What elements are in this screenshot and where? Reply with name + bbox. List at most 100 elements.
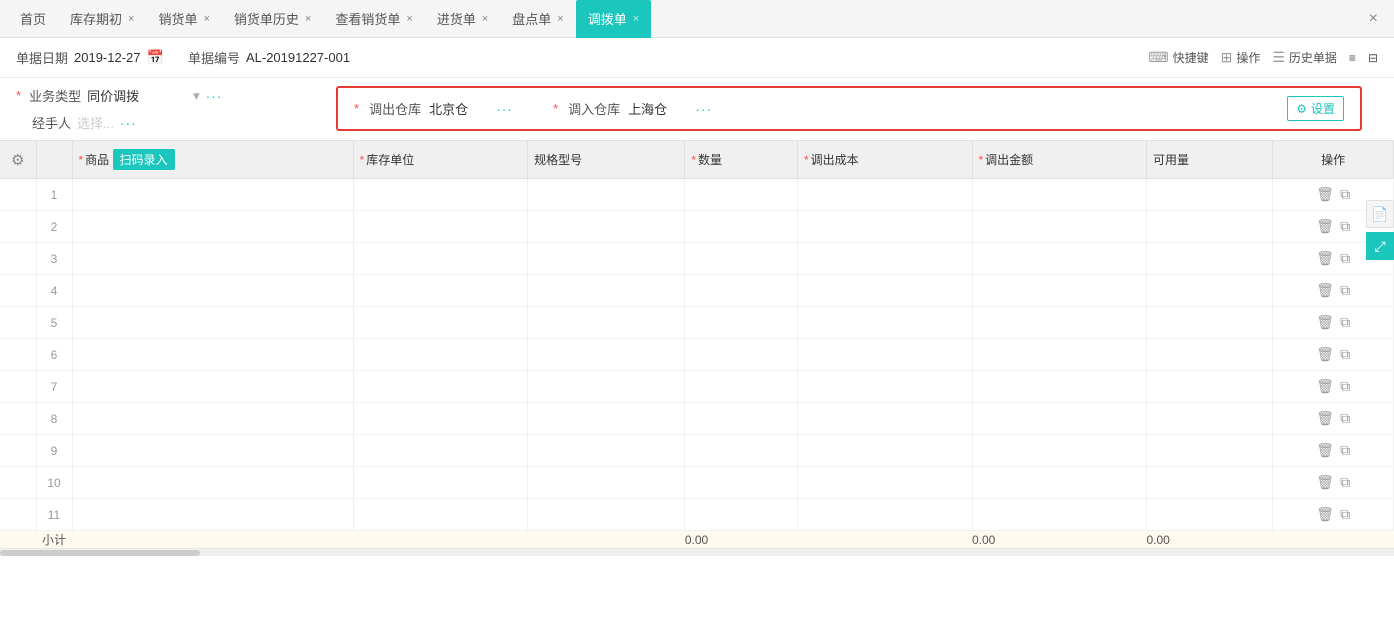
scan-btn[interactable]: 扫码录入 — [113, 149, 175, 170]
copy-icon[interactable]: ⧉ — [1340, 442, 1350, 459]
table-settings-icon[interactable]: ⚙ — [11, 152, 24, 169]
layout-icon2: ⊟ — [1368, 51, 1378, 65]
th-amount: *调出金额 — [972, 141, 1147, 179]
operations-btn[interactable]: ⊞ 操作 — [1221, 49, 1261, 66]
delete-icon[interactable]: 🗑 — [1316, 378, 1334, 395]
table-container: ⚙ *商品 扫码录入 *库存单位 规格型号 *数量 *调出成本 *调出金额 可用… — [0, 140, 1394, 548]
delete-icon[interactable]: 🗑 — [1316, 282, 1334, 299]
form-header: 单据日期 2019-12-27 📅 单据编号 AL-20191227-001 ⌨… — [0, 38, 1394, 78]
code-label: 单据编号 — [188, 48, 240, 67]
copy-icon[interactable]: ⧉ — [1340, 506, 1350, 523]
horizontal-scrollbar[interactable] — [0, 548, 1394, 556]
warehouse-box: * 调出仓库 北京仓 ··· * 调入仓库 上海仓 ··· ⚙ 设置 — [336, 86, 1362, 131]
handler-select[interactable]: 选择... — [77, 113, 114, 132]
transfer-table: ⚙ *商品 扫码录入 *库存单位 规格型号 *数量 *调出成本 *调出金额 可用… — [0, 141, 1394, 548]
float-expand-btn[interactable]: ⤢ — [1366, 232, 1394, 260]
warehouse-settings: ⚙ 设置 — [1287, 96, 1344, 121]
copy-icon[interactable]: ⧉ — [1340, 250, 1350, 267]
th-cost: *调出成本 — [798, 141, 973, 179]
shortcuts-icon: ⌨ — [1148, 49, 1168, 66]
delete-icon[interactable]: 🗑 — [1316, 410, 1334, 427]
business-type-label: 业务类型 — [29, 86, 81, 105]
right-float-panel: 📄 ⤢ — [1366, 200, 1394, 260]
tab-close-purchase[interactable]: × — [482, 13, 488, 25]
float-doc-btn[interactable]: 📄 — [1366, 200, 1394, 228]
handler-label: 经手人 — [32, 113, 71, 132]
tab-transfer[interactable]: 调拨单 × — [576, 0, 651, 38]
tab-bar-close-btn[interactable]: × — [1361, 10, 1386, 28]
th-unit: *库存单位 — [353, 141, 528, 179]
delete-icon[interactable]: 🗑 — [1316, 314, 1334, 331]
business-type-arrow[interactable]: ▾ — [193, 88, 200, 104]
warehouse-out-ellipsis[interactable]: ··· — [496, 101, 513, 117]
date-field: 单据日期 2019-12-27 📅 — [16, 48, 164, 67]
tab-close-transfer[interactable]: × — [633, 13, 639, 25]
delete-icon[interactable]: 🗑 — [1316, 186, 1334, 203]
calendar-icon[interactable]: 📅 — [147, 49, 164, 66]
warehouse-in-ellipsis[interactable]: ··· — [695, 101, 712, 117]
tab-home[interactable]: 首页 — [8, 0, 58, 38]
table-row: 7 🗑 ⧉ — [0, 371, 1394, 403]
layout-btn1[interactable]: ≡ — [1349, 51, 1356, 65]
delete-icon[interactable]: 🗑 — [1316, 346, 1334, 363]
tab-close-view-sales[interactable]: × — [406, 13, 412, 25]
subtotal-row: 小计 0.00 0.00 0.00 — [0, 531, 1394, 549]
required-star-in: * — [553, 101, 558, 116]
delete-icon[interactable]: 🗑 — [1316, 442, 1334, 459]
copy-icon[interactable]: ⧉ — [1340, 186, 1350, 203]
layout-btn2[interactable]: ⊟ — [1368, 51, 1378, 65]
delete-icon[interactable]: 🗑 — [1316, 218, 1334, 235]
subtotal-amount: 0.00 — [1147, 531, 1273, 549]
tab-close-sales[interactable]: × — [203, 13, 209, 25]
shortcuts-btn[interactable]: ⌨ 快捷键 — [1148, 49, 1208, 66]
warehouse-out-value[interactable]: 北京仓 — [429, 99, 468, 118]
warehouse-in-label: 调入仓库 — [568, 99, 620, 118]
business-type-value[interactable]: 同价调拨 — [87, 86, 187, 105]
doc-icon: 📄 — [1371, 206, 1388, 223]
table-row: 6 🗑 ⧉ — [0, 339, 1394, 371]
handler-row: 经手人 选择... ··· — [16, 113, 336, 132]
table-header-row: ⚙ *商品 扫码录入 *库存单位 规格型号 *数量 *调出成本 *调出金额 可用… — [0, 141, 1394, 179]
tab-close-sales-history[interactable]: × — [305, 13, 311, 25]
delete-icon[interactable]: 🗑 — [1316, 506, 1334, 523]
copy-icon[interactable]: ⧉ — [1340, 378, 1350, 395]
tab-sales[interactable]: 销货单 × — [146, 0, 221, 38]
delete-icon[interactable]: 🗑 — [1316, 474, 1334, 491]
tab-close-stocktake[interactable]: × — [557, 13, 563, 25]
date-value: 2019-12-27 — [74, 50, 141, 65]
copy-icon[interactable]: ⧉ — [1340, 282, 1350, 299]
copy-icon[interactable]: ⧉ — [1340, 314, 1350, 331]
subtotal-label: 小计 — [36, 531, 72, 549]
copy-icon[interactable]: ⧉ — [1340, 346, 1350, 363]
table-row: 10 🗑 ⧉ — [0, 467, 1394, 499]
warehouse-in-value[interactable]: 上海仓 — [628, 99, 667, 118]
delete-icon[interactable]: 🗑 — [1316, 250, 1334, 267]
tab-sales-history[interactable]: 销货单历史 × — [222, 0, 323, 38]
warehouse-out-field: * 调出仓库 北京仓 ··· — [354, 99, 513, 118]
copy-icon[interactable]: ⧉ — [1340, 218, 1350, 235]
history-btn[interactable]: ☰ 历史单据 — [1272, 49, 1337, 66]
handler-ellipsis[interactable]: ··· — [120, 115, 137, 131]
copy-icon[interactable]: ⧉ — [1340, 474, 1350, 491]
table-row: 2 🗑 ⧉ — [0, 211, 1394, 243]
tab-purchase[interactable]: 进货单 × — [425, 0, 500, 38]
operations-icon: ⊞ — [1221, 49, 1233, 66]
copy-icon[interactable]: ⧉ — [1340, 410, 1350, 427]
tab-view-sales[interactable]: 查看销货单 × — [323, 0, 424, 38]
code-value: AL-20191227-001 — [246, 50, 350, 65]
warehouse-settings-btn[interactable]: ⚙ 设置 — [1287, 96, 1344, 121]
th-qty: *数量 — [685, 141, 798, 179]
code-field: 单据编号 AL-20191227-001 — [188, 48, 350, 67]
scroll-thumb[interactable] — [0, 550, 200, 556]
tab-inventory-init[interactable]: 库存期初 × — [58, 0, 146, 38]
table-row: 8 🗑 ⧉ — [0, 403, 1394, 435]
table-row: 9 🗑 ⧉ — [0, 435, 1394, 467]
table-row: 4 🗑 ⧉ — [0, 275, 1394, 307]
table-row: 3 🗑 ⧉ — [0, 243, 1394, 275]
th-product: *商品 扫码录入 — [72, 141, 353, 179]
business-type-ellipsis[interactable]: ··· — [206, 88, 223, 104]
required-star-out: * — [354, 101, 359, 116]
tab-close-inventory-init[interactable]: × — [128, 13, 134, 25]
tab-stocktake[interactable]: 盘点单 × — [500, 0, 575, 38]
warehouse-in-field: * 调入仓库 上海仓 ··· — [553, 99, 712, 118]
